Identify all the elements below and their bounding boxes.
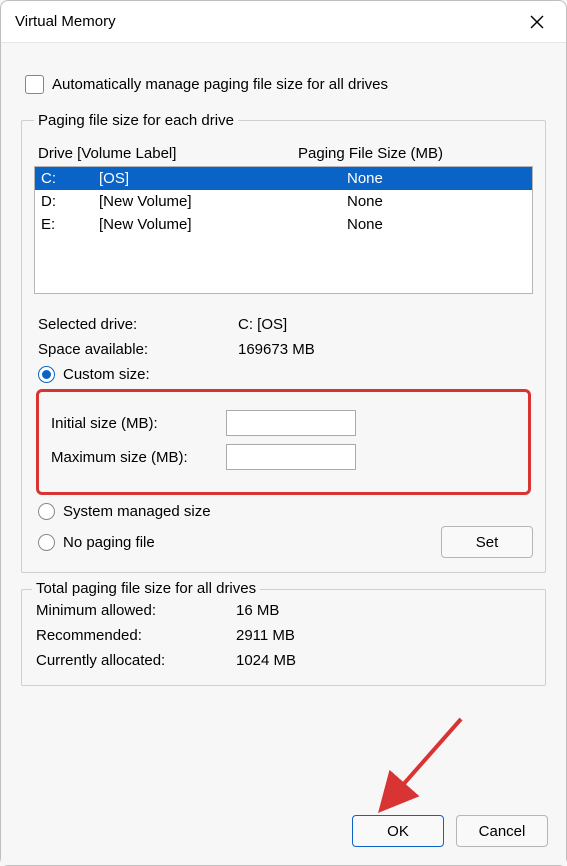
drive-letter: D: (41, 193, 99, 210)
close-icon (530, 15, 544, 29)
selected-drive-block: Selected drive: C: [OS] Space available:… (34, 316, 533, 358)
close-button[interactable] (522, 7, 552, 37)
drive-label: [New Volume] (99, 193, 347, 210)
annotation-highlight: Initial size (MB): Maximum size (MB): (36, 389, 531, 495)
drive-row[interactable]: E:[New Volume]None (35, 213, 532, 236)
dialog-footer: OK Cancel (1, 805, 566, 865)
cancel-button[interactable]: Cancel (456, 815, 548, 847)
drive-list[interactable]: C:[OS]NoneD:[New Volume]NoneE:[New Volum… (34, 166, 533, 294)
space-available-label: Space available: (38, 341, 238, 358)
paging-file-group: Paging file size for each drive Drive [V… (21, 112, 546, 573)
dialog-content: Automatically manage paging file size fo… (1, 43, 566, 805)
drive-label: [OS] (99, 170, 347, 187)
titlebar: Virtual Memory (1, 1, 566, 43)
recommended-label: Recommended: (36, 627, 236, 644)
paging-file-legend: Paging file size for each drive (34, 112, 238, 129)
auto-manage-checkbox[interactable] (25, 75, 44, 94)
maximum-size-label: Maximum size (MB): (51, 449, 226, 466)
drive-letter: E: (41, 216, 99, 233)
custom-size-radio-row[interactable]: Custom size: (38, 366, 529, 383)
system-managed-radio[interactable] (38, 503, 55, 520)
drive-paging-size: None (347, 216, 526, 233)
maximum-size-input[interactable] (226, 444, 356, 470)
drive-paging-size: None (347, 170, 526, 187)
ok-button[interactable]: OK (352, 815, 444, 847)
auto-manage-label: Automatically manage paging file size fo… (52, 76, 388, 93)
drive-row[interactable]: D:[New Volume]None (35, 190, 532, 213)
initial-size-label: Initial size (MB): (51, 415, 226, 432)
selected-drive-label: Selected drive: (38, 316, 238, 333)
space-available-value: 169673 MB (238, 341, 315, 358)
no-paging-radio-row[interactable]: No paging file (38, 534, 155, 551)
set-button[interactable]: Set (441, 526, 533, 558)
no-paging-label: No paging file (63, 534, 155, 551)
drive-list-header: Drive [Volume Label] Paging File Size (M… (34, 139, 533, 164)
system-managed-label: System managed size (63, 503, 211, 520)
header-size: Paging File Size (MB) (298, 145, 529, 162)
currently-allocated-label: Currently allocated: (36, 652, 236, 669)
drive-label: [New Volume] (99, 216, 347, 233)
selected-drive-value: C: [OS] (238, 316, 287, 333)
custom-size-label: Custom size: (63, 366, 150, 383)
custom-size-radio[interactable] (38, 366, 55, 383)
min-allowed-value: 16 MB (236, 602, 279, 619)
virtual-memory-dialog: Virtual Memory Automatically manage pagi… (0, 0, 567, 866)
totals-legend: Total paging file size for all drives (32, 580, 260, 597)
system-managed-radio-row[interactable]: System managed size (38, 503, 529, 520)
drive-paging-size: None (347, 193, 526, 210)
window-title: Virtual Memory (15, 13, 522, 30)
initial-size-input[interactable] (226, 410, 356, 436)
min-allowed-label: Minimum allowed: (36, 602, 236, 619)
totals-group: Total paging file size for all drives Mi… (21, 589, 546, 686)
auto-manage-row[interactable]: Automatically manage paging file size fo… (25, 75, 542, 94)
currently-allocated-value: 1024 MB (236, 652, 296, 669)
drive-letter: C: (41, 170, 99, 187)
no-paging-radio[interactable] (38, 534, 55, 551)
recommended-value: 2911 MB (236, 627, 295, 644)
drive-row[interactable]: C:[OS]None (35, 167, 532, 190)
header-drive: Drive [Volume Label] (38, 145, 298, 162)
